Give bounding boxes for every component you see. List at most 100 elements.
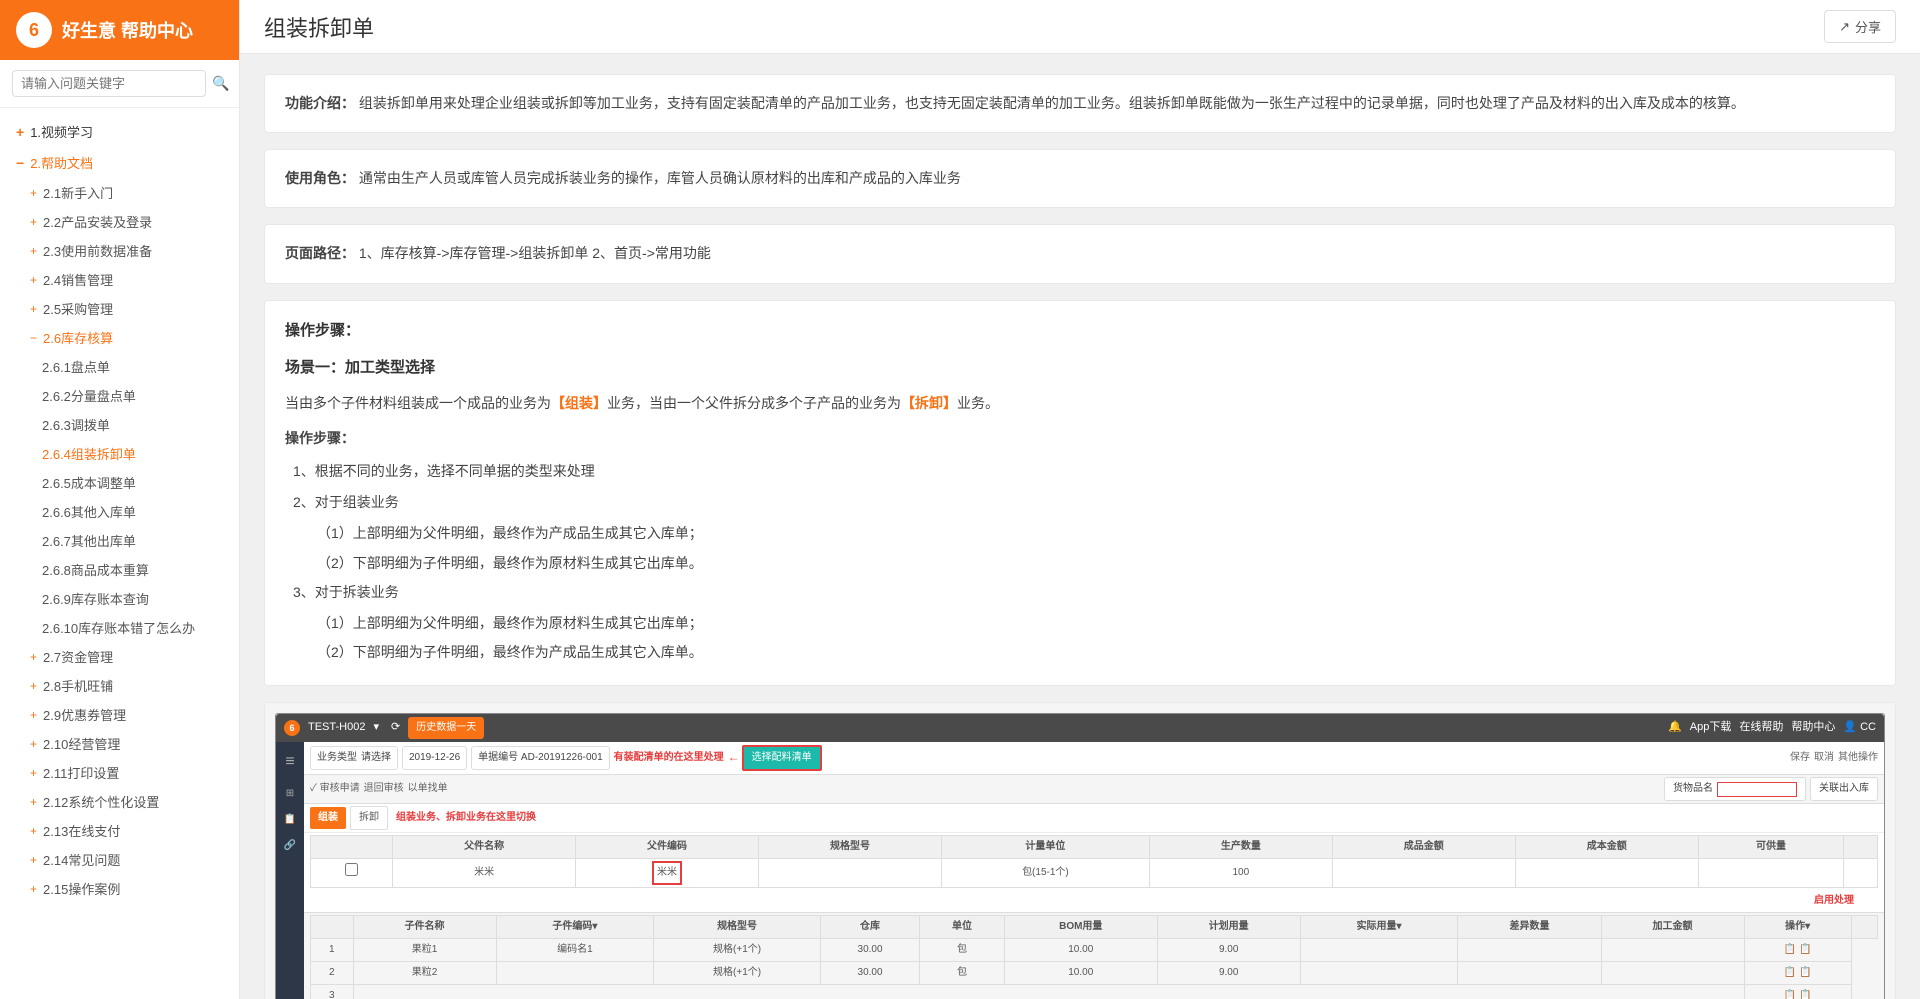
sidebar-item-video[interactable]: + 1.视频学习: [0, 116, 239, 147]
app-screenshot: 6 TEST-H002 ▾ ⟳ 历史数据一天 🔔 App下载 在线帮助 帮助中心…: [265, 703, 1895, 999]
toolbar-date: 2019-12-26: [402, 746, 467, 770]
sidebar-item-purchase[interactable]: + 2.5采购管理: [0, 294, 239, 323]
toolbar-btn-selected[interactable]: 选择配料清单: [742, 745, 822, 771]
sidebar-item-print[interactable]: + 2.11打印设置: [0, 758, 239, 787]
sidebar-item-cases[interactable]: + 2.15操作案例: [0, 874, 239, 903]
share-button[interactable]: ↗ 分享: [1824, 10, 1896, 43]
cell-fstock1: [1698, 859, 1844, 888]
sidebar-item-payment[interactable]: + 2.13在线支付: [0, 816, 239, 845]
share-icon: ↗: [1839, 19, 1850, 35]
expand-icon-inventory: −: [30, 331, 37, 345]
lrow3-num: 3: [311, 985, 354, 999]
lower-table-area: 子件名称 子件编码▾ 规格型号 仓库 单位 BOM用量 计划用量 实际用量▾: [304, 912, 1884, 999]
lrow1-spec: 规格(+1个): [654, 939, 821, 962]
step3-sub1: （1）上部明细为父件明细，最终作为原材料生成其它出库单；: [317, 611, 1875, 636]
intro-title: 功能介绍：: [285, 95, 355, 111]
app-body: ≡ ⊞ 📋 🔗 业务类型 请选择: [276, 742, 1884, 999]
lrow1-op[interactable]: 📋 📋: [1744, 939, 1851, 962]
lcol-more: [1851, 916, 1877, 939]
sidebar-item-assembly[interactable]: 2.6.4组装拆卸单: [0, 439, 239, 468]
lcol-plan: 计划用量: [1157, 916, 1300, 939]
disassembly-tab[interactable]: 拆卸: [350, 806, 388, 830]
step-list: 1、根据不同的业务，选择不同单据的类型来处理 2、对于组装业务 （1）上部明细为…: [293, 459, 1875, 665]
lower-table-header: 子件名称 子件编码▾ 规格型号 仓库 单位 BOM用量 计划用量 实际用量▾: [311, 916, 1878, 939]
expand-icon-coupon: +: [30, 708, 37, 722]
expand-icon-purchase: +: [30, 302, 37, 316]
sidebar-item-data[interactable]: + 2.3使用前数据准备: [0, 236, 239, 265]
lrow1-actual: [1300, 939, 1458, 962]
lrow1-cost: [1601, 939, 1744, 962]
search-icon[interactable]: 🔍: [212, 75, 229, 92]
lrow2-name: 果粒2: [353, 962, 496, 985]
sidebar-item-partial-stock[interactable]: 2.6.2分量盘点单: [0, 381, 239, 410]
app-main-content: 业务类型 请选择 2019-12-26 单据编号 AD-20191226-001…: [304, 742, 1884, 999]
app-nav-icon3[interactable]: 📋: [284, 811, 296, 829]
chrome-bell: 🔔: [1668, 718, 1682, 738]
step2-sub1: （1）上部明细为父件明细，最终作为产成品生成其它入库单；: [317, 521, 1875, 546]
expand-icon-custom: +: [30, 795, 37, 809]
cell-check1[interactable]: [311, 859, 393, 888]
sidebar-item-install[interactable]: + 2.2产品安装及登录: [0, 207, 239, 236]
row1-checkbox[interactable]: [345, 863, 358, 876]
app-chrome-bar: 6 TEST-H002 ▾ ⟳ 历史数据一天 🔔 App下载 在线帮助 帮助中心…: [276, 714, 1884, 742]
assembly-tab[interactable]: 组装: [310, 807, 346, 829]
subtoolbar-search[interactable]: 货物品名: [1664, 777, 1806, 801]
sidebar-item-adjust[interactable]: 2.6.3调拨单: [0, 410, 239, 439]
sidebar-item-docs[interactable]: − 2.帮助文档: [0, 147, 239, 178]
sidebar-item-mobile[interactable]: + 2.8手机旺铺: [0, 671, 239, 700]
col-fname: 父件名称: [393, 836, 576, 859]
chrome-company: TEST-H002: [308, 718, 365, 738]
expand-icon-newbie: +: [30, 186, 37, 200]
lrow3-op[interactable]: 📋 📋: [1744, 985, 1851, 999]
subtoolbar-confirm[interactable]: 关联出入库: [1810, 777, 1878, 801]
sidebar-item-coupon[interactable]: + 2.9优惠券管理: [0, 700, 239, 729]
sidebar-item-stock-take[interactable]: 2.6.1盘点单: [0, 352, 239, 381]
lrow1-bom: 10.00: [1004, 939, 1157, 962]
goods-search-input[interactable]: [1717, 782, 1797, 797]
step3-sub2: （2）下部明细为子件明细，最终作为产成品生成其它入库单。: [317, 640, 1875, 665]
steps-card: 操作步骤： 场景一：加工类型选择 当由多个子件材料组装成一个成品的业务为【组装】…: [264, 300, 1896, 687]
sidebar-item-ops[interactable]: + 2.10经营管理: [0, 729, 239, 758]
sidebar-item-other-in[interactable]: 2.6.6其他入库单: [0, 497, 239, 526]
step2: 2、对于组装业务: [293, 490, 1875, 515]
cell-fcosttotal1: [1515, 859, 1698, 888]
lrow2-spec: 规格(+1个): [654, 962, 821, 985]
app-nav-icon1[interactable]: ≡: [285, 748, 294, 777]
sidebar-item-sales[interactable]: + 2.4销售管理: [0, 265, 239, 294]
sidebar-item-custom[interactable]: + 2.12系统个性化设置: [0, 787, 239, 816]
sidebar-item-inventory[interactable]: − 2.6库存核算: [0, 323, 239, 352]
chrome-btn1[interactable]: 历史数据一天: [408, 717, 484, 739]
inner-app: 6 TEST-H002 ▾ ⟳ 历史数据一天 🔔 App下载 在线帮助 帮助中心…: [275, 713, 1885, 999]
sidebar-item-faq[interactable]: + 2.14常见问题: [0, 845, 239, 874]
expand-icon-ops: +: [30, 737, 37, 751]
toolbar-type-selector[interactable]: 业务类型 请选择: [310, 746, 398, 770]
sidebar-item-ledger[interactable]: 2.6.9库存账本查询: [0, 584, 239, 613]
upper-table-header: 父件名称 父件编码 规格型号 计量单位 生产数量 成品金额 成本金额 可供量: [311, 836, 1878, 859]
sidebar-item-other-out[interactable]: 2.6.7其他出库单: [0, 526, 239, 555]
app-title: 好生意 帮助中心: [62, 17, 193, 43]
sidebar-item-finance[interactable]: + 2.7资金管理: [0, 642, 239, 671]
search-input[interactable]: [12, 70, 206, 97]
screenshot-card: 6 TEST-H002 ▾ ⟳ 历史数据一天 🔔 App下载 在线帮助 帮助中心…: [264, 702, 1896, 999]
lcol-spec: 规格型号: [654, 916, 821, 939]
col-fqty: 计量单位: [941, 836, 1149, 859]
lrow1-name: 果粒1: [353, 939, 496, 962]
sidebar-header: 6 好生意 帮助中心: [0, 0, 239, 60]
sidebar-section-video: + 1.视频学习: [0, 116, 239, 147]
scene1-desc: 当由多个子件材料组装成一个成品的业务为【组装】业务，当由一个父件拆分成多个子产品…: [285, 391, 1875, 416]
expand-icon-data: +: [30, 244, 37, 258]
sidebar-item-cost-adjust[interactable]: 2.6.5成本调整单: [0, 468, 239, 497]
sidebar-item-error[interactable]: 2.6.10库存账本错了怎么办: [0, 613, 239, 642]
expand-icon-print: +: [30, 766, 37, 780]
lrow2-op[interactable]: 📋 📋: [1744, 962, 1851, 985]
app-subtoolbar: ✓ 审核申请 退回审核 以单找单 货物品名 关联出入库: [304, 775, 1884, 804]
app-logo: 6: [16, 12, 52, 48]
app-nav-icon2[interactable]: ⊞: [286, 785, 294, 803]
col-fspec: 规格型号: [759, 836, 942, 859]
sidebar-item-newbie[interactable]: + 2.1新手入门: [0, 178, 239, 207]
lrow1-check: 1: [311, 939, 354, 962]
steps-title: 操作步骤：: [285, 317, 1875, 344]
lower-table-body: 1 果粒1 编码名1 规格(+1个) 30.00 包 10.00 9.00: [311, 939, 1878, 999]
sidebar-item-cost-calc[interactable]: 2.6.8商品成本重算: [0, 555, 239, 584]
app-nav-icon4[interactable]: 🔗: [284, 837, 296, 855]
